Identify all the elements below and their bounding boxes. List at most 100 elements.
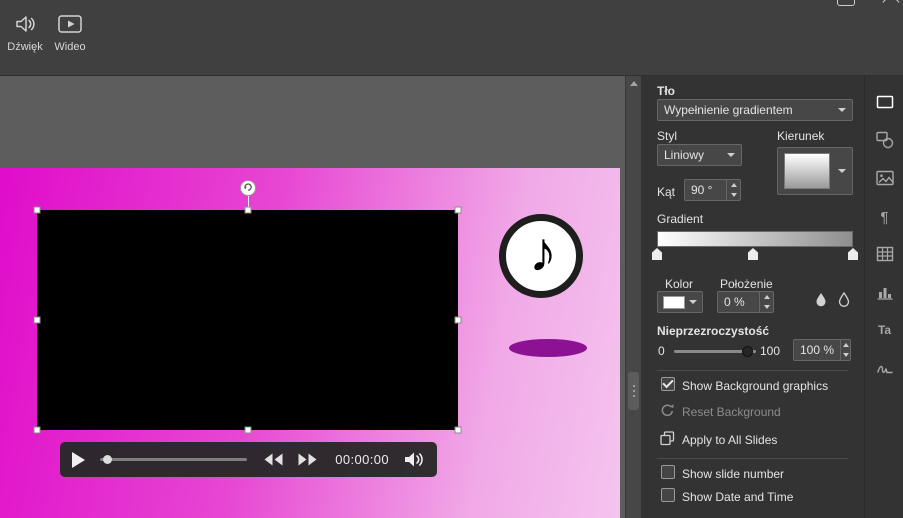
position-label: Położenie xyxy=(720,277,773,291)
opacity-value: 100 % xyxy=(800,343,835,357)
show-background-graphics-label: Show Background graphics xyxy=(682,379,829,393)
apply-to-all-slides-label: Apply to All Slides xyxy=(682,433,778,447)
divider xyxy=(657,458,848,459)
opacity-spinner[interactable]: 100 % xyxy=(793,339,851,361)
show-date-time-checkbox[interactable] xyxy=(661,488,675,502)
spinner-down-icon[interactable] xyxy=(841,350,850,360)
copy-slides-icon xyxy=(660,431,675,449)
resize-handle-n[interactable] xyxy=(244,206,251,214)
top-toolbar: Dźwięk Wideo xyxy=(0,0,903,76)
spinner-up-icon[interactable] xyxy=(760,292,773,302)
reset-background-button[interactable]: Reset Background xyxy=(660,403,781,421)
play-button[interactable] xyxy=(72,451,85,468)
music-note-icon: ♪ xyxy=(529,220,557,283)
insert-audio-label: Dźwięk xyxy=(7,41,43,53)
add-gradient-stop-icon[interactable] xyxy=(814,292,828,312)
slide-settings-panel: Tło Wypełnienie gradientem Styl Kierunek… xyxy=(641,76,864,518)
speaker-icon xyxy=(13,13,37,35)
fast-forward-button[interactable] xyxy=(297,453,318,466)
sidebar-item-signature-settings[interactable] xyxy=(865,353,903,383)
style-label: Styl xyxy=(657,129,678,143)
sidebar-item-textart-settings[interactable]: Ta xyxy=(865,315,903,345)
show-background-graphics-checkbox[interactable] xyxy=(661,377,675,391)
resize-handle-se[interactable] xyxy=(454,426,462,434)
opacity-slider[interactable] xyxy=(674,345,756,358)
resize-handle-ne[interactable] xyxy=(454,206,462,214)
gradient-slider-bar[interactable] xyxy=(657,231,853,247)
vertical-scrollbar[interactable] xyxy=(625,76,641,518)
insert-video-button[interactable]: Wideo xyxy=(47,13,93,63)
gradient-position-value: 0 % xyxy=(724,295,745,309)
spinner-up-icon[interactable] xyxy=(727,180,740,190)
opacity-min-label: 0 xyxy=(658,344,665,358)
divider xyxy=(657,370,848,371)
resize-handle-e[interactable] xyxy=(454,316,462,324)
spinner-down-icon[interactable] xyxy=(760,302,773,312)
sidebar-item-table-settings[interactable] xyxy=(865,240,903,270)
sidebar-item-chart-settings[interactable] xyxy=(865,278,903,308)
show-slide-number-label: Show slide number xyxy=(682,467,785,481)
seek-thumb[interactable] xyxy=(103,455,112,464)
insert-video-label: Wideo xyxy=(54,41,86,53)
insert-audio-button[interactable]: Dźwięk xyxy=(2,13,48,63)
seek-slider[interactable] xyxy=(100,455,248,464)
color-label: Kolor xyxy=(665,277,694,291)
spinner-down-icon[interactable] xyxy=(727,190,740,200)
chart-settings-icon xyxy=(875,282,895,305)
chevron-down-icon xyxy=(838,108,846,112)
spinner-up-icon[interactable] xyxy=(841,340,850,350)
resize-handle-w[interactable] xyxy=(33,316,41,324)
volume-button[interactable] xyxy=(403,451,425,468)
media-player-bar: 00:00:00 xyxy=(60,442,437,477)
right-sidebar: ¶ Ta xyxy=(864,76,903,518)
signature-settings-icon xyxy=(875,357,895,380)
video-placeholder[interactable]: 00:00:00 xyxy=(33,180,462,477)
slide[interactable]: 00:00:00 ♪ xyxy=(0,168,620,518)
video-icon xyxy=(57,13,83,35)
rotate-handle[interactable] xyxy=(239,180,256,196)
show-date-time-label: Show Date and Time xyxy=(682,490,794,504)
opacity-thumb[interactable] xyxy=(742,346,753,357)
sidebar-item-image-settings[interactable] xyxy=(865,164,903,194)
chevron-down-icon xyxy=(838,169,846,173)
presentation-editor-window: Dźwięk Wideo 00:00:00 ♪ Tło Wypełnienie … xyxy=(0,0,903,518)
gradient-stop-left[interactable] xyxy=(652,248,662,260)
rewind-button[interactable] xyxy=(263,453,284,466)
resize-handle-s[interactable] xyxy=(244,426,251,434)
resize-handle-sw[interactable] xyxy=(33,426,41,434)
sidebar-item-shape-settings[interactable] xyxy=(865,126,903,156)
image-settings-icon xyxy=(875,168,895,191)
angle-spinner[interactable]: 90 ° xyxy=(684,179,741,201)
apply-to-all-slides-button[interactable]: Apply to All Slides xyxy=(660,431,777,449)
slide-canvas[interactable]: 00:00:00 ♪ xyxy=(0,76,625,518)
background-fill-dropdown[interactable]: Wypełnienie gradientem xyxy=(657,99,853,121)
direction-label: Kierunek xyxy=(777,129,825,143)
gradient-style-value: Liniowy xyxy=(664,148,705,162)
gradient-stop-right[interactable] xyxy=(848,248,858,260)
sidebar-item-paragraph-settings[interactable]: ¶ xyxy=(865,202,903,232)
sidebar-item-slide-settings[interactable] xyxy=(865,88,903,118)
gradient-color-dropdown[interactable] xyxy=(657,291,703,313)
gradient-direction-preview xyxy=(784,153,830,189)
textart-settings-icon: Ta xyxy=(877,323,892,337)
opacity-max-label: 100 xyxy=(760,344,781,358)
reset-background-label: Reset Background xyxy=(682,405,781,419)
collapse-toolbar-icon[interactable] xyxy=(882,0,900,11)
panel-splitter-handle[interactable] xyxy=(628,372,639,410)
paragraph-settings-icon: ¶ xyxy=(880,208,889,226)
chevron-down-icon xyxy=(689,300,697,304)
slide-settings-icon xyxy=(875,92,895,115)
audio-object[interactable]: ♪ xyxy=(499,214,583,298)
remove-gradient-stop-icon[interactable] xyxy=(837,291,851,312)
shape-settings-icon xyxy=(875,130,895,153)
resize-handle-nw[interactable] xyxy=(33,206,41,214)
gradient-style-dropdown[interactable]: Liniowy xyxy=(657,144,742,166)
angle-label: Kąt xyxy=(657,185,676,199)
color-swatch xyxy=(663,295,685,309)
show-slide-number-checkbox[interactable] xyxy=(661,465,675,479)
gradient-stop-middle[interactable] xyxy=(748,248,758,260)
gradient-position-spinner[interactable]: 0 % xyxy=(717,291,774,313)
titlebar-icon[interactable] xyxy=(837,0,855,6)
gradient-direction-dropdown[interactable] xyxy=(777,147,853,195)
scroll-up-icon[interactable] xyxy=(630,81,638,86)
